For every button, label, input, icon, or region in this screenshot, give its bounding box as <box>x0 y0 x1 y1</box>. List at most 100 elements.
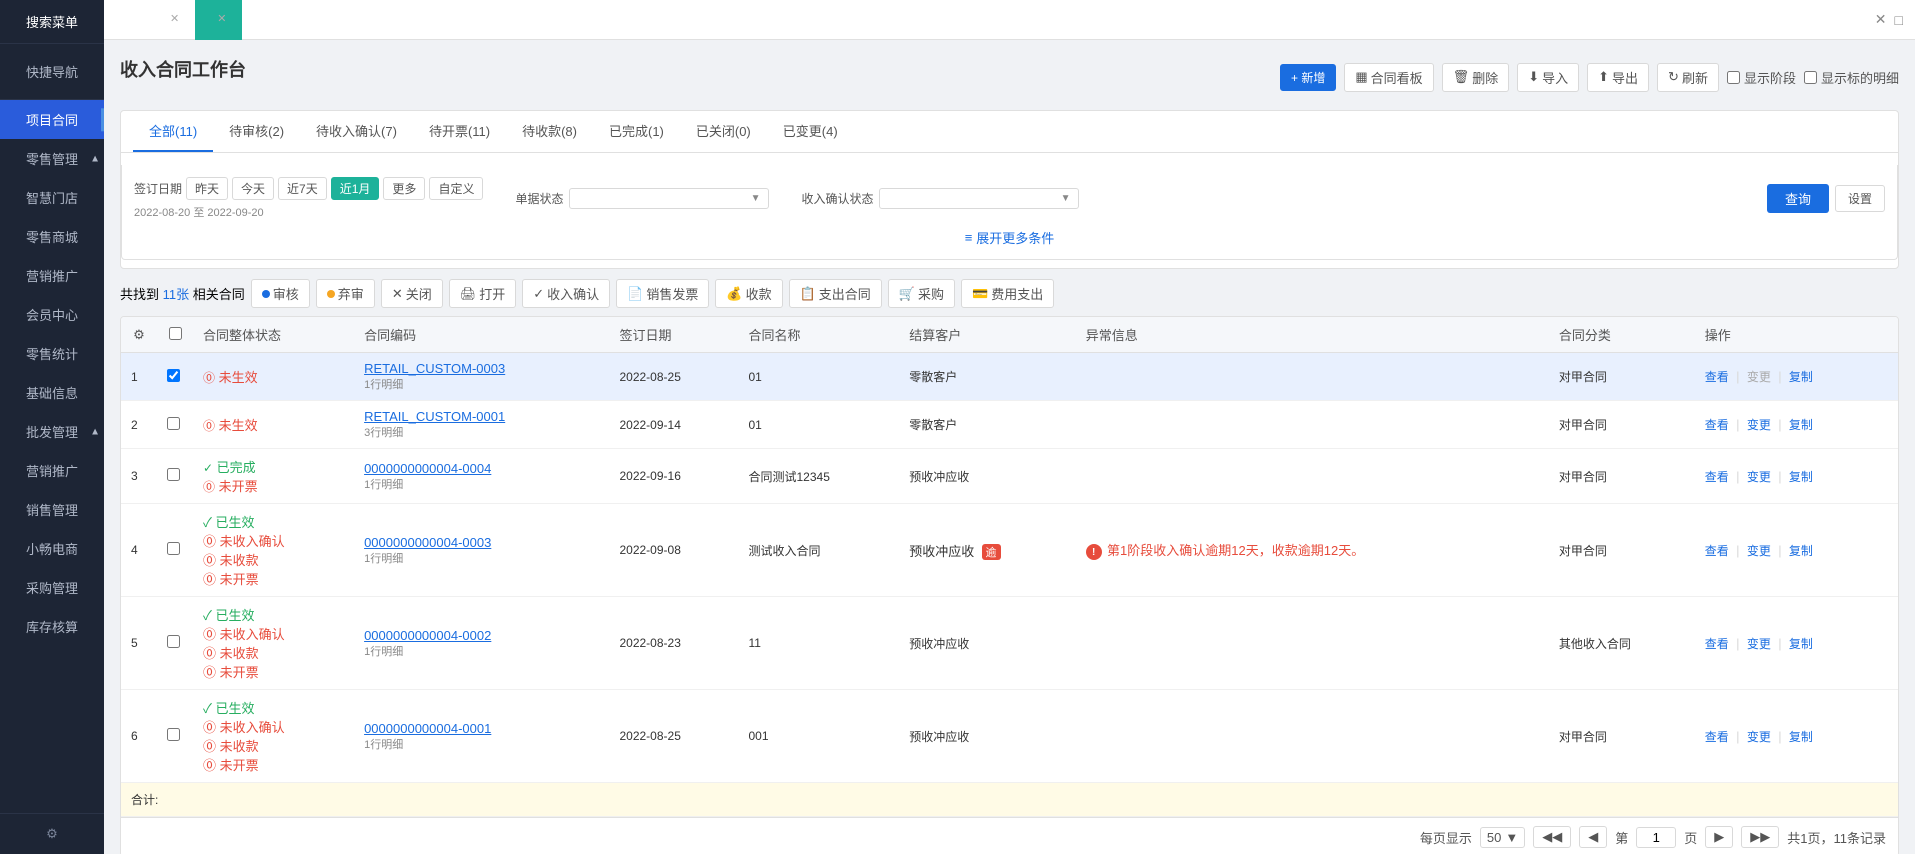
doc-status-select[interactable]: ▼ <box>569 188 769 209</box>
export-button[interactable]: ⬆ 导出 <box>1587 63 1649 92</box>
sidebar-item-marketing[interactable]: 营销推广 <box>0 256 104 295</box>
row-checkbox[interactable] <box>157 449 193 504</box>
sidebar-item-quick-nav[interactable]: 快捷导航 <box>0 52 104 91</box>
copy-button[interactable]: 复制 <box>1789 544 1813 558</box>
date-today[interactable]: 今天 <box>232 177 274 200</box>
date-1month[interactable]: 近1月 <box>331 177 380 200</box>
income-confirm-button[interactable]: ✓ 收入确认 <box>522 279 610 308</box>
filter-tab-pending-payment[interactable]: 待收款(8) <box>506 111 593 152</box>
sidebar-item-ecommerce[interactable]: 小畅电商 <box>0 529 104 568</box>
col-settings[interactable]: ⚙ <box>121 317 157 353</box>
row-checkbox[interactable] <box>157 597 193 690</box>
sales-invoice-button[interactable]: 📄 销售发票 <box>616 279 709 308</box>
copy-button[interactable]: 复制 <box>1789 470 1813 484</box>
tab-contract-category[interactable]: ✕ <box>148 0 195 40</box>
filter-settings-button[interactable]: 设置 <box>1835 185 1885 212</box>
copy-button[interactable]: 复制 <box>1789 370 1813 384</box>
view-button[interactable]: 查看 <box>1705 418 1729 432</box>
copy-button[interactable]: 复制 <box>1789 730 1813 744</box>
first-page-button[interactable]: ◀◀ <box>1533 826 1571 848</box>
review-button[interactable]: 审核 <box>251 279 310 308</box>
sidebar-item-purchase[interactable]: 采购管理 <box>0 568 104 607</box>
print-button[interactable]: 🖨 打开 <box>449 279 517 308</box>
code-link[interactable]: 0000000000004-0002 <box>364 628 491 643</box>
copy-button[interactable]: 复制 <box>1789 637 1813 651</box>
edit-button[interactable]: 变更 <box>1747 370 1771 384</box>
sidebar-item-smart-store[interactable]: 智慧门店 <box>0 178 104 217</box>
view-button[interactable]: 查看 <box>1705 730 1729 744</box>
sidebar-item-wholesale[interactable]: 批发管理 <box>0 412 104 451</box>
sidebar-item-project[interactable]: 项目合同 <box>0 100 104 139</box>
row-checkbox[interactable] <box>157 690 193 783</box>
query-button[interactable]: 查询 <box>1767 184 1829 213</box>
code-link[interactable]: RETAIL_CUSTOM-0001 <box>364 409 505 424</box>
sidebar-item-basic-info[interactable]: 基础信息 <box>0 373 104 412</box>
sidebar-settings[interactable]: ⚙ <box>0 813 104 854</box>
income-confirm-select[interactable]: ▼ <box>879 188 1079 209</box>
tab-income-workbench-close[interactable]: ✕ <box>217 12 226 25</box>
sidebar-item-marketing2[interactable]: 营销推广 <box>0 451 104 490</box>
expense-button[interactable]: 💳 费用支出 <box>961 279 1054 308</box>
sidebar-item-inventory[interactable]: 库存核算 <box>0 607 104 646</box>
expense-out-button[interactable]: 📋 支出合同 <box>789 279 882 308</box>
sidebar-item-retail-stats[interactable]: 零售统计 <box>0 334 104 373</box>
date-more[interactable]: 更多 <box>383 177 425 200</box>
page-number-input[interactable] <box>1636 827 1676 848</box>
edit-button[interactable]: 变更 <box>1747 544 1771 558</box>
expand-filter-button[interactable]: ≡ 展开更多条件 <box>965 228 1055 247</box>
view-button[interactable]: 查看 <box>1705 370 1729 384</box>
date-custom[interactable]: 自定义 <box>429 177 483 200</box>
import-button[interactable]: ⬇ 导入 <box>1517 63 1579 92</box>
code-link[interactable]: RETAIL_CUSTOM-0003 <box>364 361 505 376</box>
new-button[interactable]: + 新增 <box>1280 64 1336 91</box>
tabs-restore-icon[interactable]: □ <box>1895 12 1903 28</box>
filter-tab-completed[interactable]: 已完成(1) <box>593 111 680 152</box>
tab-income-workbench[interactable]: ✕ <box>195 0 242 40</box>
show-stage-checkbox[interactable]: 显示阶段 <box>1727 68 1796 87</box>
sidebar-item-sales-mgmt[interactable]: 销售管理 <box>0 490 104 529</box>
filter-tab-closed[interactable]: 已关闭(0) <box>680 111 767 152</box>
close-action-button[interactable]: ✕ 关闭 <box>381 279 443 308</box>
edit-button[interactable]: 变更 <box>1747 730 1771 744</box>
row-checkbox[interactable] <box>157 353 193 401</box>
filter-tab-changed[interactable]: 已变更(4) <box>767 111 854 152</box>
tab-home[interactable] <box>116 0 148 40</box>
tabs-close-all-icon[interactable]: ✕ <box>1875 11 1887 28</box>
next-page-button[interactable]: ▶ <box>1705 826 1733 848</box>
sidebar-item-online-store[interactable]: 零售商城 <box>0 217 104 256</box>
sidebar-item-retail-mgmt[interactable]: 零售管理 <box>0 139 104 178</box>
filter-tab-pending-income-confirm[interactable]: 待收入确认(7) <box>300 111 413 152</box>
select-all-checkbox[interactable] <box>169 327 182 340</box>
prev-page-button[interactable]: ◀ <box>1579 826 1607 848</box>
code-link[interactable]: 0000000000004-0001 <box>364 721 491 736</box>
payment-button[interactable]: 💰 收款 <box>715 279 782 308</box>
filter-tab-pending-review[interactable]: 待审核(2) <box>213 111 300 152</box>
code-link[interactable]: 0000000000004-0003 <box>364 535 491 550</box>
edit-button[interactable]: 变更 <box>1747 470 1771 484</box>
row-checkbox[interactable] <box>157 504 193 597</box>
panel-button[interactable]: ▦ 合同看板 <box>1344 63 1433 92</box>
row-checkbox[interactable] <box>157 401 193 449</box>
filter-tab-all[interactable]: 全部(11) <box>133 111 213 152</box>
edit-button[interactable]: 变更 <box>1747 418 1771 432</box>
show-detail-checkbox[interactable]: 显示标的明细 <box>1804 68 1899 87</box>
view-button[interactable]: 查看 <box>1705 637 1729 651</box>
purchase-button[interactable]: 🛒 采购 <box>888 279 955 308</box>
sidebar-item-member[interactable]: 会员中心 <box>0 295 104 334</box>
copy-button[interactable]: 复制 <box>1789 418 1813 432</box>
filter-tab-pending-invoice[interactable]: 待开票(11) <box>413 111 506 152</box>
view-button[interactable]: 查看 <box>1705 470 1729 484</box>
code-link[interactable]: 0000000000004-0004 <box>364 461 491 476</box>
refresh-button[interactable]: ↻ 刷新 <box>1657 63 1719 92</box>
edit-button[interactable]: 变更 <box>1747 637 1771 651</box>
delete-button[interactable]: 🗑 删除 <box>1442 63 1510 92</box>
date-yesterday[interactable]: 昨天 <box>186 177 228 200</box>
abandon-button[interactable]: 弃审 <box>316 279 375 308</box>
last-page-button[interactable]: ▶▶ <box>1741 826 1779 848</box>
view-button[interactable]: 查看 <box>1705 544 1729 558</box>
page-title: 收入合同工作台 <box>120 56 246 82</box>
page-size-select[interactable]: 50 ▼ <box>1480 827 1525 848</box>
sidebar-search[interactable]: 搜索菜单 <box>0 0 104 44</box>
date-7days[interactable]: 近7天 <box>278 177 327 200</box>
tab-contract-category-close[interactable]: ✕ <box>170 12 179 25</box>
